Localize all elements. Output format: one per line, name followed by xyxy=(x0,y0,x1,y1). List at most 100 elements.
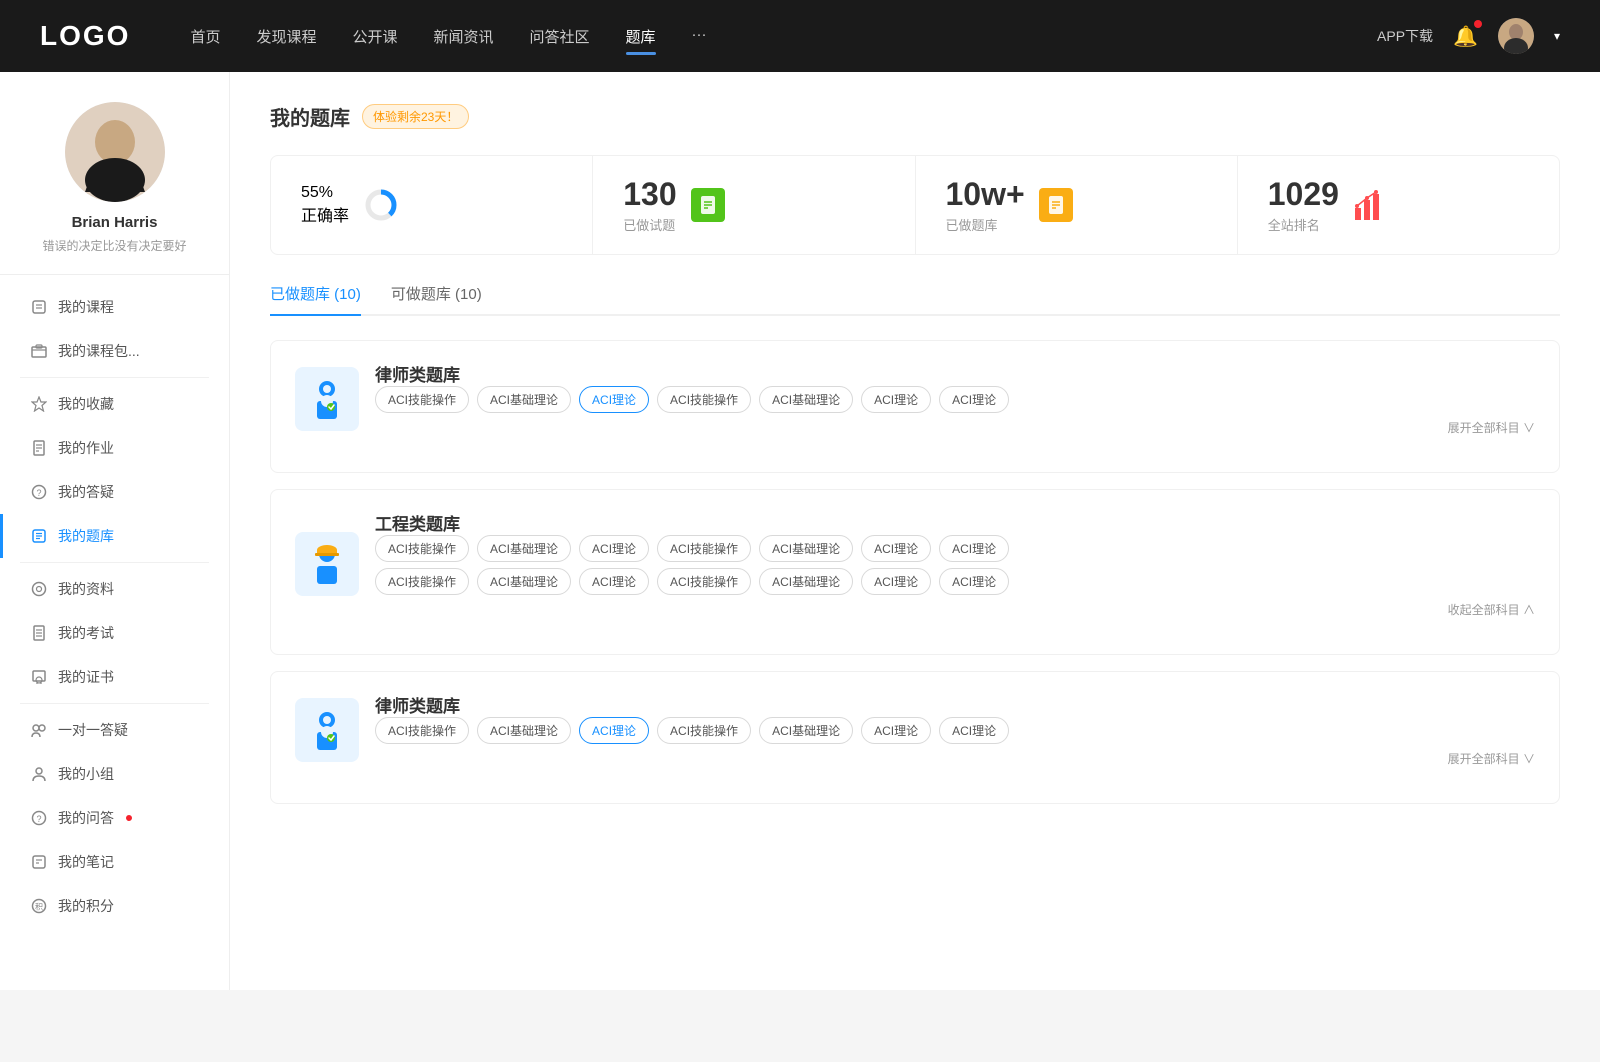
stat-global-rank: 1029 全站排名 xyxy=(1238,156,1559,254)
sidebar-item-data[interactable]: 我的资料 xyxy=(0,567,229,611)
sidebar-item-question[interactable]: ? 我的问答 xyxy=(0,796,229,840)
expand-link-1[interactable]: 展开全部科目 ∨ xyxy=(375,419,1535,436)
global-rank-label: 全站排名 xyxy=(1268,215,1339,234)
sidebar-item-course[interactable]: 我的课程 xyxy=(0,285,229,329)
tag-2-5[interactable]: ACI理论 xyxy=(861,535,931,562)
tag-2b-5[interactable]: ACI理论 xyxy=(861,568,931,595)
tag-3-1[interactable]: ACI基础理论 xyxy=(477,717,571,744)
sidebar-data-label: 我的资料 xyxy=(58,579,114,599)
sidebar-item-qbank[interactable]: 我的题库 xyxy=(0,514,229,558)
sidebar-menu: 我的课程 我的课程包... 我的收 xyxy=(0,275,229,938)
stat-done-questions: 130 已做试题 xyxy=(593,156,915,254)
collapse-link-2[interactable]: 收起全部科目 ∧ xyxy=(375,601,1535,618)
page-title: 我的题库 xyxy=(270,102,350,131)
tag-3-0[interactable]: ACI技能操作 xyxy=(375,717,469,744)
tag-1-4[interactable]: ACI基础理论 xyxy=(759,386,853,413)
done-questions-value: 130 xyxy=(623,176,676,213)
tag-2b-0[interactable]: ACI技能操作 xyxy=(375,568,469,595)
done-questions-label: 已做试题 xyxy=(623,215,676,234)
sidebar-group-label: 我的小组 xyxy=(58,764,114,784)
nav-news[interactable]: 新闻资讯 xyxy=(434,22,494,51)
tag-1-2[interactable]: ACI理论 xyxy=(579,386,649,413)
tag-2b-6[interactable]: ACI理论 xyxy=(939,568,1009,595)
green-doc-icon xyxy=(691,188,725,222)
tag-3-6[interactable]: ACI理论 xyxy=(939,717,1009,744)
app-download-link[interactable]: APP下载 xyxy=(1377,26,1433,46)
sidebar-divider-3 xyxy=(20,703,209,704)
tag-1-1[interactable]: ACI基础理论 xyxy=(477,386,571,413)
top-navigation: LOGO 首页 发现课程 公开课 新闻资讯 问答社区 题库 ··· APP下载 … xyxy=(0,0,1600,72)
tag-1-5[interactable]: ACI理论 xyxy=(861,386,931,413)
tag-3-2[interactable]: ACI理论 xyxy=(579,717,649,744)
stats-row: 55% 正确率 130 已做试题 xyxy=(270,155,1560,255)
nav-home[interactable]: 首页 xyxy=(190,22,220,51)
tag-2b-1[interactable]: ACI基础理论 xyxy=(477,568,571,595)
tag-2b-3[interactable]: ACI技能操作 xyxy=(657,568,751,595)
tag-2-1[interactable]: ACI基础理论 xyxy=(477,535,571,562)
sidebar-qbank-label: 我的题库 xyxy=(58,526,114,546)
data-icon xyxy=(30,580,48,598)
tags-row-3: ACI技能操作 ACI基础理论 ACI理论 ACI技能操作 ACI基础理论 AC… xyxy=(375,717,1535,744)
profile-avatar[interactable] xyxy=(65,102,165,202)
sidebar-item-favorites[interactable]: 我的收藏 xyxy=(0,382,229,426)
svg-text:积: 积 xyxy=(35,902,43,912)
sidebar-item-homework[interactable]: 我的作业 xyxy=(0,426,229,470)
tag-1-0[interactable]: ACI技能操作 xyxy=(375,386,469,413)
tag-3-5[interactable]: ACI理论 xyxy=(861,717,931,744)
oneone-icon xyxy=(30,721,48,739)
tag-1-6[interactable]: ACI理论 xyxy=(939,386,1009,413)
cert-icon xyxy=(30,668,48,686)
sidebar-divider-2 xyxy=(20,562,209,563)
accuracy-value: 55% xyxy=(301,184,349,202)
tag-2-3[interactable]: ACI技能操作 xyxy=(657,535,751,562)
sidebar-item-group[interactable]: 我的小组 xyxy=(0,752,229,796)
qbank-icon xyxy=(30,527,48,545)
tag-2-6[interactable]: ACI理论 xyxy=(939,535,1009,562)
stat-done-banks: 10w+ 已做题库 xyxy=(916,156,1238,254)
nav-more[interactable]: ··· xyxy=(692,22,707,51)
qbank-card-engineer: 工程类题库 ACI技能操作 ACI基础理论 ACI理论 ACI技能操作 ACI基… xyxy=(270,489,1560,655)
tag-2-4[interactable]: ACI基础理论 xyxy=(759,535,853,562)
user-menu-chevron[interactable]: ▾ xyxy=(1554,29,1560,43)
orange-doc-icon xyxy=(1039,188,1073,222)
sidebar-item-package[interactable]: 我的课程包... xyxy=(0,329,229,373)
sidebar-exam-label: 我的考试 xyxy=(58,623,114,643)
sidebar-favorites-label: 我的收藏 xyxy=(58,394,114,414)
bell-icon[interactable]: 🔔 xyxy=(1453,24,1478,49)
qbank-content-2: 工程类题库 ACI技能操作 ACI基础理论 ACI理论 ACI技能操作 ACI基… xyxy=(375,510,1535,618)
sidebar-item-score[interactable]: 积 我的积分 xyxy=(0,884,229,928)
tag-1-3[interactable]: ACI技能操作 xyxy=(657,386,751,413)
tag-3-4[interactable]: ACI基础理论 xyxy=(759,717,853,744)
qbank-tabs: 已做题库 (10) 可做题库 (10) xyxy=(270,283,1560,316)
sidebar-item-note[interactable]: 我的笔记 xyxy=(0,840,229,884)
tag-2b-4[interactable]: ACI基础理论 xyxy=(759,568,853,595)
tab-done[interactable]: 已做题库 (10) xyxy=(270,283,361,314)
sidebar-item-exam[interactable]: 我的考试 xyxy=(0,611,229,655)
tag-2b-2[interactable]: ACI理论 xyxy=(579,568,649,595)
star-icon xyxy=(30,395,48,413)
sidebar-item-myqa[interactable]: ? 我的答疑 xyxy=(0,470,229,514)
notification-badge xyxy=(1474,20,1482,28)
nav-qbank[interactable]: 题库 xyxy=(626,22,656,51)
qbank-icon-lawyer-1 xyxy=(295,367,359,431)
nav-qa[interactable]: 问答社区 xyxy=(530,22,590,51)
tab-available[interactable]: 可做题库 (10) xyxy=(391,283,482,314)
user-avatar[interactable] xyxy=(1498,18,1534,54)
qbank-name-1: 律师类题库 xyxy=(375,361,1535,386)
qbank-content-3: 律师类题库 ACI技能操作 ACI基础理论 ACI理论 ACI技能操作 ACI基… xyxy=(375,692,1535,767)
sidebar-item-oneone[interactable]: 一对一答疑 xyxy=(0,708,229,752)
tag-3-3[interactable]: ACI技能操作 xyxy=(657,717,751,744)
qbank-card-lawyer-2: 律师类题库 ACI技能操作 ACI基础理论 ACI理论 ACI技能操作 ACI基… xyxy=(270,671,1560,804)
package-icon xyxy=(30,342,48,360)
sidebar-profile: Brian Harris 错误的决定比没有决定要好 xyxy=(0,102,229,275)
nav-discover[interactable]: 发现课程 xyxy=(256,22,316,51)
sidebar-item-cert[interactable]: 我的证书 xyxy=(0,655,229,699)
nav-menu: 首页 发现课程 公开课 新闻资讯 问答社区 题库 ··· xyxy=(190,22,1377,51)
group-icon xyxy=(30,765,48,783)
tag-2-0[interactable]: ACI技能操作 xyxy=(375,535,469,562)
expand-link-3[interactable]: 展开全部科目 ∨ xyxy=(375,750,1535,767)
tag-2-2[interactable]: ACI理论 xyxy=(579,535,649,562)
nav-open-course[interactable]: 公开课 xyxy=(352,22,397,51)
qbank-card-lawyer-1: 律师类题库 ACI技能操作 ACI基础理论 ACI理论 ACI技能操作 ACI基… xyxy=(270,340,1560,473)
sidebar-score-label: 我的积分 xyxy=(58,896,114,916)
